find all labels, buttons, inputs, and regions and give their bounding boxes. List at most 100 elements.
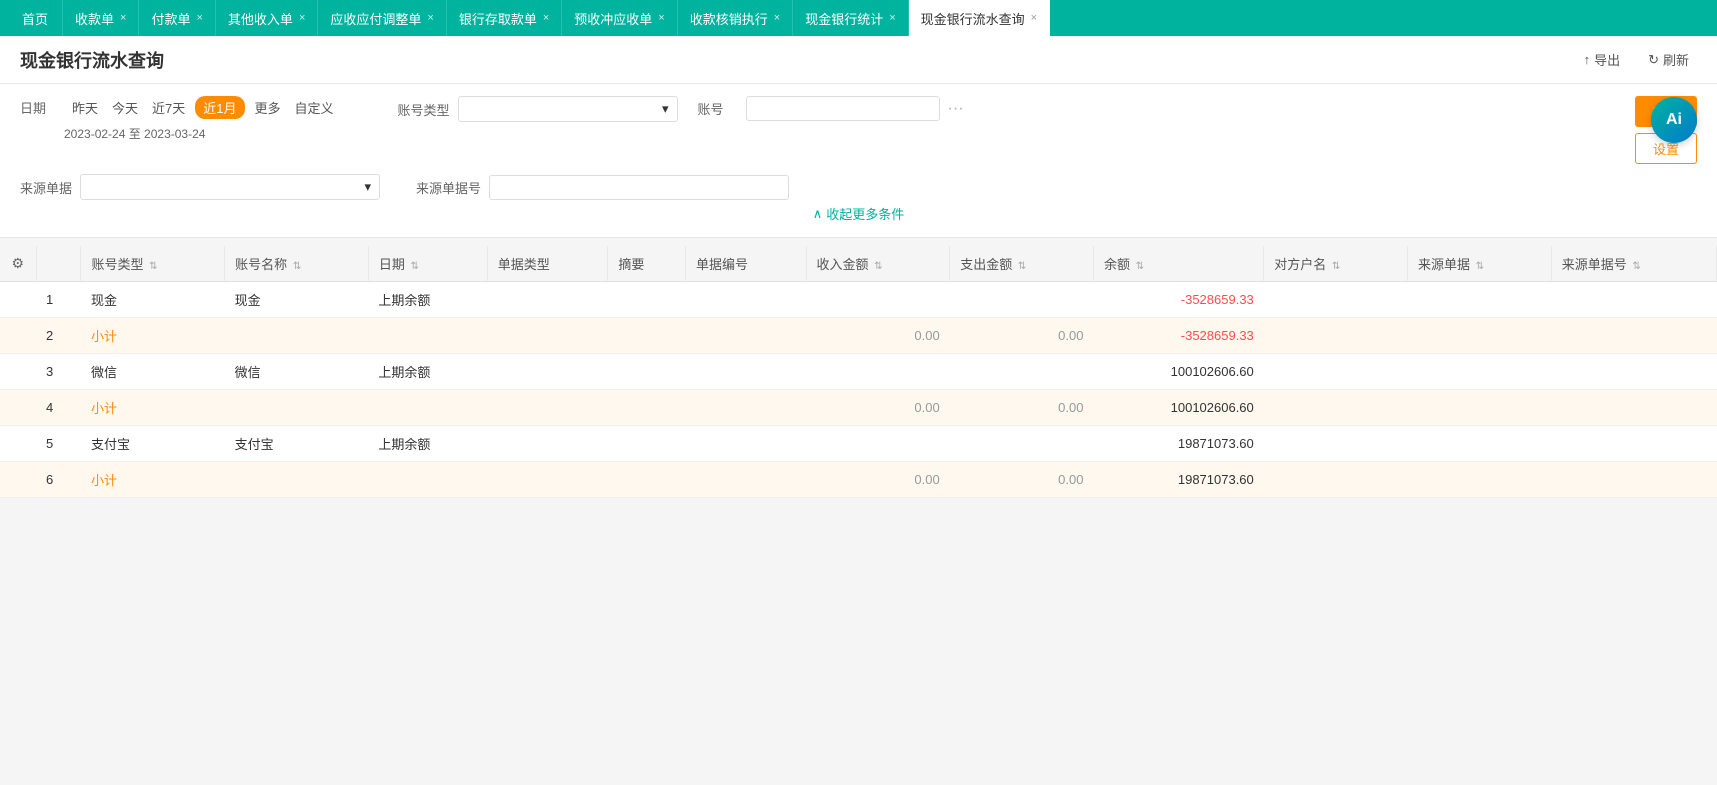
row-account-type: 小计 <box>81 462 225 498</box>
row-expense: 0.00 <box>950 462 1094 498</box>
source-doc-no-input[interactable] <box>489 175 789 200</box>
row-counterpart <box>1264 390 1408 426</box>
collapse-more-button[interactable]: ∧ 收起更多条件 <box>20 200 1697 229</box>
nav-tab-8[interactable]: 现金银行流水查询 × <box>909 0 1050 36</box>
table-header-row: ⚙ 账号类型 ⇅ 账号名称 ⇅ 日期 ⇅ 单据类型 摘要 单据编号 <box>0 246 1717 282</box>
col-source-doc: 来源单据 ⇅ <box>1407 246 1551 282</box>
row-doc-type <box>487 462 608 498</box>
sort-source-doc-icon[interactable]: ⇅ <box>1476 261 1484 272</box>
sort-balance-icon[interactable]: ⇅ <box>1136 261 1144 272</box>
nav-tab-0[interactable]: 收款单 × <box>63 0 139 36</box>
close-tab-6-icon[interactable]: × <box>774 12 780 24</box>
close-tab-7-icon[interactable]: × <box>889 12 895 24</box>
row-account-type: 现金 <box>81 282 225 318</box>
table-row: 5 支付宝 支付宝 上期余额 19871073.60 <box>0 426 1717 462</box>
close-tab-0-icon[interactable]: × <box>120 12 126 24</box>
date-btn-7days[interactable]: 近7天 <box>148 96 189 119</box>
row-gear-cell <box>0 390 36 426</box>
nav-tab-3[interactable]: 应收应付调整单 × <box>318 0 446 36</box>
row-balance: -3528659.33 <box>1093 282 1263 318</box>
sort-source-doc-no-icon[interactable]: ⇅ <box>1632 261 1640 272</box>
sort-account-name-icon[interactable]: ⇅ <box>293 261 301 272</box>
date-btn-yesterday[interactable]: 昨天 <box>68 96 102 119</box>
source-doc-label: 来源单据 <box>20 178 72 197</box>
date-btn-1month[interactable]: 近1月 <box>195 96 244 119</box>
row-counterpart <box>1264 318 1408 354</box>
nav-tab-2[interactable]: 其他收入单 × <box>216 0 318 36</box>
sort-date-icon[interactable]: ⇅ <box>411 261 419 272</box>
row-account-name <box>225 390 369 426</box>
source-doc-dropdown-icon: ▾ <box>364 179 371 195</box>
gear-settings-icon[interactable]: ⚙ <box>11 255 24 271</box>
export-icon: ↑ <box>1584 52 1591 67</box>
close-tab-8-icon[interactable]: × <box>1031 12 1037 24</box>
row-doc-no <box>685 390 806 426</box>
close-tab-1-icon[interactable]: × <box>196 12 202 24</box>
sort-counterpart-icon[interactable]: ⇅ <box>1332 261 1340 272</box>
row-source-doc-no <box>1551 462 1716 498</box>
row-doc-type <box>487 390 608 426</box>
row-source-doc-no <box>1551 390 1716 426</box>
row-income <box>806 426 950 462</box>
col-balance: 余额 ⇅ <box>1093 246 1263 282</box>
row-summary <box>608 462 686 498</box>
sort-account-type-icon[interactable]: ⇅ <box>149 261 157 272</box>
row-date: 上期余额 <box>368 426 487 462</box>
table-row: 2 小计 0.00 0.00 -3528659.33 <box>0 318 1717 354</box>
row-income <box>806 282 950 318</box>
export-button[interactable]: ↑ 导出 <box>1576 46 1629 73</box>
row-gear-cell <box>0 462 36 498</box>
table-container: ⚙ 账号类型 ⇅ 账号名称 ⇅ 日期 ⇅ 单据类型 摘要 单据编号 <box>0 246 1717 498</box>
row-counterpart <box>1264 426 1408 462</box>
table-row: 1 现金 现金 上期余额 -3528659.33 <box>0 282 1717 318</box>
close-tab-5-icon[interactable]: × <box>658 12 664 24</box>
row-expense <box>950 354 1094 390</box>
source-doc-select[interactable]: ▾ <box>80 174 380 200</box>
account-input[interactable] <box>746 96 940 121</box>
row-source-doc-no <box>1551 354 1716 390</box>
row-doc-type <box>487 282 608 318</box>
ai-badge[interactable]: Ai <box>1651 97 1697 143</box>
row-income: 0.00 <box>806 462 950 498</box>
row-doc-no <box>685 462 806 498</box>
refresh-button[interactable]: ↻ 刷新 <box>1640 46 1697 73</box>
row-gear-cell <box>0 426 36 462</box>
sort-expense-icon[interactable]: ⇅ <box>1018 261 1026 272</box>
nav-tab-6[interactable]: 收款核销执行 × <box>678 0 793 36</box>
nav-tab-7[interactable]: 现金银行统计 × <box>793 0 908 36</box>
row-account-name <box>225 318 369 354</box>
table-row: 6 小计 0.00 0.00 19871073.60 <box>0 462 1717 498</box>
row-balance: 19871073.60 <box>1093 426 1263 462</box>
row-account-name: 支付宝 <box>225 426 369 462</box>
nav-tab-4[interactable]: 银行存取款单 × <box>447 0 562 36</box>
filter-area: 日期 昨天 今天 近7天 近1月 更多 自定义 2023-02-24 至 202… <box>0 84 1717 238</box>
row-expense <box>950 426 1094 462</box>
nav-tab-1[interactable]: 付款单 × <box>139 0 215 36</box>
account-more-icon[interactable]: ··· <box>948 100 964 118</box>
row-source-doc-no <box>1551 426 1716 462</box>
close-tab-4-icon[interactable]: × <box>543 12 549 24</box>
account-type-select[interactable]: ▾ <box>458 96 678 122</box>
date-btn-more[interactable]: 更多 <box>251 96 285 119</box>
table-row: 3 微信 微信 上期余额 100102606.60 <box>0 354 1717 390</box>
row-account-type: 小计 <box>81 390 225 426</box>
nav-tab-5[interactable]: 预收冲应收单 × <box>562 0 677 36</box>
close-tab-2-icon[interactable]: × <box>299 12 305 24</box>
row-index: 3 <box>36 354 81 390</box>
col-gear[interactable]: ⚙ <box>0 246 36 282</box>
row-summary <box>608 282 686 318</box>
source-doc-no-label: 来源单据号 <box>416 178 481 197</box>
date-btn-today[interactable]: 今天 <box>108 96 142 119</box>
row-account-name: 现金 <box>225 282 369 318</box>
row-summary <box>608 354 686 390</box>
date-shortcuts: 昨天 今天 近7天 近1月 更多 自定义 <box>68 96 338 119</box>
row-index: 5 <box>36 426 81 462</box>
nav-home[interactable]: 首页 <box>8 0 63 36</box>
close-tab-3-icon[interactable]: × <box>427 12 433 24</box>
sort-income-icon[interactable]: ⇅ <box>874 261 882 272</box>
date-btn-custom[interactable]: 自定义 <box>291 96 338 119</box>
row-index: 1 <box>36 282 81 318</box>
row-income: 0.00 <box>806 390 950 426</box>
col-doc-no: 单据编号 <box>685 246 806 282</box>
col-date: 日期 ⇅ <box>368 246 487 282</box>
